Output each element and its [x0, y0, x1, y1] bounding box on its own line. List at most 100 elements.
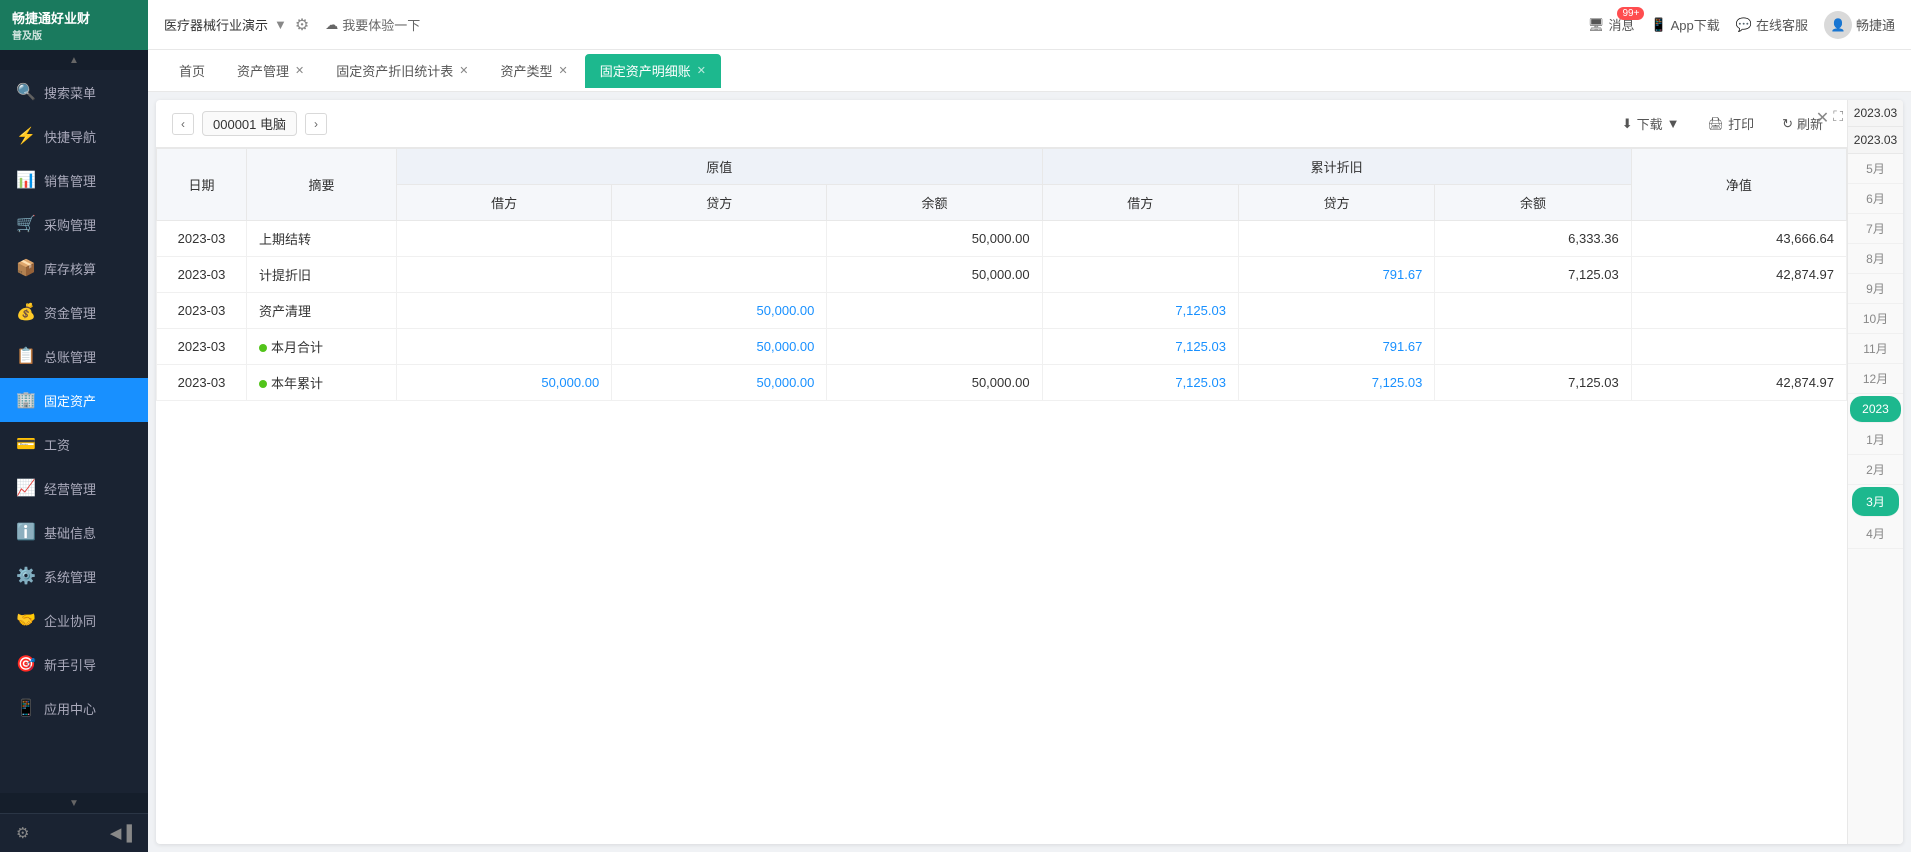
- topbar-left: 医疗器械行业演示 ▼ ⚙ ☁ 我要体验一下: [164, 11, 428, 38]
- user-menu[interactable]: 👤 畅捷通: [1824, 11, 1895, 39]
- timeline-month-5月[interactable]: 5月: [1848, 154, 1903, 184]
- print-btn[interactable]: 🖨 打印: [1700, 110, 1763, 137]
- timeline-month-after-4月[interactable]: 4月: [1848, 519, 1903, 549]
- timeline-month-6月[interactable]: 6月: [1848, 184, 1903, 214]
- cell-accum-credit: [1238, 221, 1434, 257]
- timeline-month-after-1月[interactable]: 1月: [1848, 425, 1903, 455]
- th-orig-debit: 借方: [397, 185, 612, 221]
- app-version: 普及版: [12, 27, 90, 42]
- timeline-month-9月[interactable]: 9月: [1848, 274, 1903, 304]
- timeline-month-after-3月[interactable]: 3月: [1852, 487, 1899, 517]
- cell-orig-balance: 50,000.00: [827, 365, 1042, 401]
- tab-asset_type[interactable]: 资产类型✕: [485, 54, 582, 88]
- sidebar-label-ledger: 总账管理: [44, 347, 96, 366]
- close-timeline-btn[interactable]: ✕: [1816, 108, 1829, 128]
- sidebar-item-basic_info[interactable]: ℹ️基础信息: [0, 510, 148, 554]
- sidebar-item-sales[interactable]: 📊销售管理: [0, 158, 148, 202]
- cell-date: 2023-03: [157, 329, 247, 365]
- settings-icon[interactable]: ⚙: [16, 824, 29, 842]
- cell-accum-debit: [1042, 221, 1238, 257]
- company-settings-icon[interactable]: ⚙: [295, 15, 309, 35]
- tab-close-fixed_depreciation[interactable]: ✕: [459, 64, 468, 77]
- sidebar-item-finance[interactable]: 💰 资金管理: [0, 290, 148, 334]
- tab-fixed_depreciation[interactable]: 固定资产折旧统计表✕: [321, 54, 483, 88]
- ledger-icon: 📋: [16, 346, 34, 366]
- sidebar: 畅捷通好业财 普及版 ▲ 🔍搜索菜单 ⚡ 快捷导航 📊销售管理🛒采购管理📦库存核算 💰 资…: [0, 0, 148, 852]
- timeline-year-2023[interactable]: 2023: [1850, 396, 1901, 423]
- company-selector[interactable]: 医疗器械行业演示 ▼: [164, 15, 287, 34]
- cell-date: 2023-03: [157, 257, 247, 293]
- sidebar-scroll-up[interactable]: ▲: [0, 50, 148, 70]
- sidebar-scroll-down[interactable]: ▼: [0, 793, 148, 813]
- sales-icon: 📊: [16, 170, 34, 190]
- sidebar-label-finance: 资金管理: [44, 303, 96, 322]
- tab-fixed_detail[interactable]: 固定资产明细账✕: [585, 54, 721, 88]
- cell-orig-credit: 50,000.00: [612, 365, 827, 401]
- cell-net-value: 42,874.97: [1631, 257, 1846, 293]
- cell-orig-credit: 50,000.00: [612, 293, 827, 329]
- sidebar-item-ledger[interactable]: 📋 总账管理: [0, 334, 148, 378]
- topbar: 医疗器械行业演示 ▼ ⚙ ☁ 我要体验一下 🖥 消息 99+ 📱 App下载 💬…: [148, 0, 1911, 50]
- sidebar-item-system[interactable]: ⚙️系统管理: [0, 554, 148, 598]
- quick_nav-icon: ⚡: [16, 126, 34, 146]
- sidebar-nav: 🔍搜索菜单 ⚡ 快捷导航 📊销售管理🛒采购管理📦库存核算 💰 资金管理 📋 总账管理 🏢固定资产…: [0, 70, 148, 793]
- timeline-month-after-2月[interactable]: 2月: [1848, 455, 1903, 485]
- operations-icon: 📈: [16, 478, 34, 498]
- tab-close-asset_mgmt[interactable]: ✕: [295, 64, 304, 77]
- sidebar-item-payroll[interactable]: 💳工资: [0, 422, 148, 466]
- table-row: 2023-03 上期结转 50,000.00 6,333.36 43,666.6…: [157, 221, 1847, 257]
- prev-asset-btn[interactable]: ‹: [172, 113, 194, 135]
- expand-timeline-btn[interactable]: ⛶: [1833, 108, 1843, 128]
- customer-service-btn[interactable]: 💬 在线客服: [1736, 15, 1808, 34]
- sidebar-item-quick_nav[interactable]: ⚡ 快捷导航: [0, 114, 148, 158]
- sidebar-item-search[interactable]: 🔍搜索菜单: [0, 70, 148, 114]
- next-asset-btn[interactable]: ›: [305, 113, 327, 135]
- sidebar-item-guide[interactable]: 🎯新手引导: [0, 642, 148, 686]
- cell-summary: 上期结转: [247, 221, 397, 257]
- sidebar-logo: 畅捷通好业财 普及版: [0, 0, 148, 50]
- cell-date: 2023-03: [157, 293, 247, 329]
- timeline-month-11月[interactable]: 11月: [1848, 334, 1903, 364]
- company-dropdown-icon[interactable]: ▼: [274, 17, 287, 32]
- timeline-month-7月[interactable]: 7月: [1848, 214, 1903, 244]
- service-icon: 💬: [1736, 17, 1752, 33]
- timeline-month-12月[interactable]: 12月: [1848, 364, 1903, 394]
- app-download-btn[interactable]: 📱 App下载: [1650, 15, 1719, 34]
- sidebar-item-fixed_assets[interactable]: 🏢固定资产: [0, 378, 148, 422]
- guide-icon: 🎯: [16, 654, 34, 674]
- tab-close-fixed_detail[interactable]: ✕: [697, 64, 706, 77]
- main-area: 医疗器械行业演示 ▼ ⚙ ☁ 我要体验一下 🖥 消息 99+ 📱 App下载 💬…: [148, 0, 1911, 852]
- sidebar-item-collab[interactable]: 🤝企业协同: [0, 598, 148, 642]
- refresh-icon: ↻: [1782, 116, 1793, 132]
- cloud-icon: ☁: [325, 17, 338, 33]
- th-accum-debit: 借方: [1042, 185, 1238, 221]
- cell-net-value: 43,666.64: [1631, 221, 1846, 257]
- company-name: 医疗器械行业演示: [164, 15, 268, 34]
- bell-icon: 🖥: [1588, 17, 1605, 33]
- system-icon: ⚙️: [16, 566, 34, 586]
- download-btn[interactable]: ⬇ 下载 ▼: [1614, 110, 1688, 137]
- tab-home[interactable]: 首页: [164, 54, 220, 88]
- timeline-header-1: 2023.03: [1848, 127, 1903, 154]
- sidebar-label-quick_nav: 快捷导航: [44, 127, 96, 146]
- sidebar-item-inventory[interactable]: 📦库存核算: [0, 246, 148, 290]
- download-icon: 📱: [1650, 17, 1666, 33]
- tab-close-asset_type[interactable]: ✕: [559, 64, 568, 77]
- sidebar-item-app_center[interactable]: 📱应用中心: [0, 686, 148, 730]
- sidebar-item-operations[interactable]: 📈经营管理: [0, 466, 148, 510]
- timeline-month-8月[interactable]: 8月: [1848, 244, 1903, 274]
- tab-asset_mgmt[interactable]: 资产管理✕: [222, 54, 319, 88]
- cell-date: 2023-03: [157, 221, 247, 257]
- notifications-btn[interactable]: 🖥 消息 99+: [1588, 15, 1635, 34]
- timeline-month-10月[interactable]: 10月: [1848, 304, 1903, 334]
- finance-icon: 💰: [16, 302, 34, 322]
- sidebar-item-purchase[interactable]: 🛒采购管理: [0, 202, 148, 246]
- collapse-icon[interactable]: ◀▐: [110, 824, 132, 842]
- tab-label-home: 首页: [179, 61, 205, 80]
- experience-btn[interactable]: ☁ 我要体验一下: [317, 11, 428, 38]
- cell-net-value: [1631, 329, 1846, 365]
- table-row: 2023-03 资产清理 50,000.00 7,125.03: [157, 293, 1847, 329]
- cell-orig-credit: [612, 257, 827, 293]
- topbar-right: 🖥 消息 99+ 📱 App下载 💬 在线客服 👤 畅捷通: [1588, 11, 1895, 39]
- cell-net-value: 42,874.97: [1631, 365, 1846, 401]
